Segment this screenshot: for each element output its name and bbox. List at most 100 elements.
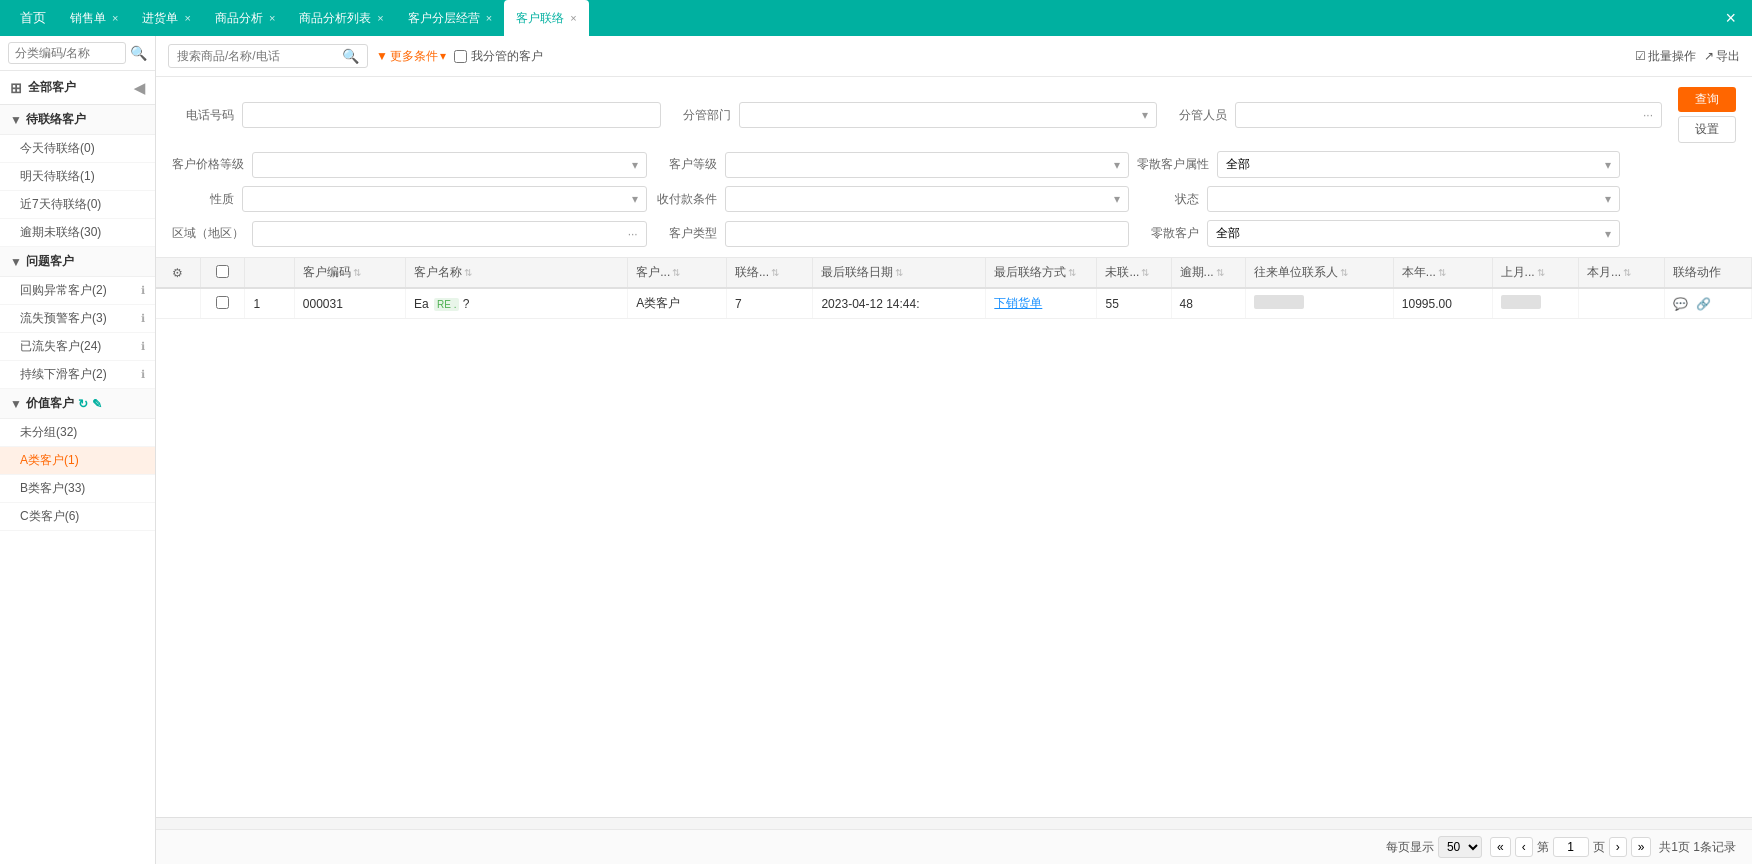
filter-row-4: 区域（地区） ··· 客户类型 零散客户 全部 ▾ bbox=[172, 220, 1736, 247]
nav-tab-customer-tier[interactable]: 客户分层经营 × bbox=[396, 0, 504, 36]
settings-btn[interactable]: 设置 bbox=[1678, 116, 1736, 143]
sidebar-group-pending[interactable]: ▼ 待联络客户 bbox=[0, 105, 155, 135]
close-customer-contact-tab[interactable]: × bbox=[570, 12, 576, 24]
prev-page-btn[interactable]: ‹ bbox=[1515, 837, 1533, 857]
label-scatter-attr: 零散客户属性 bbox=[1137, 156, 1217, 173]
person-input[interactable]: ··· bbox=[1235, 102, 1662, 128]
customer-type-input[interactable] bbox=[725, 221, 1130, 247]
th-type[interactable]: 客户... ⇅ bbox=[628, 258, 727, 288]
sidebar-item-unclassified[interactable]: 未分组(32) bbox=[0, 419, 155, 447]
first-page-btn[interactable]: « bbox=[1490, 837, 1511, 857]
row-name: Ea RE . ? bbox=[405, 288, 627, 319]
page-size-dropdown[interactable]: 50 bbox=[1438, 836, 1482, 858]
last-page-btn[interactable]: » bbox=[1631, 837, 1652, 857]
edit-group-icon[interactable]: ✎ bbox=[92, 397, 102, 411]
page-size-select: 每页显示 50 bbox=[1386, 836, 1482, 858]
refresh-icon[interactable]: ↻ bbox=[78, 397, 88, 411]
customer-grade-select[interactable]: ▾ bbox=[725, 152, 1130, 178]
sidebar-item-class-a[interactable]: A类客户(1) bbox=[0, 447, 155, 475]
th-date[interactable]: 最后联络日期 ⇅ bbox=[813, 258, 986, 288]
window-close-button[interactable]: × bbox=[1717, 8, 1744, 29]
close-customer-tier-tab[interactable]: × bbox=[486, 12, 492, 24]
row-checkbox[interactable] bbox=[216, 296, 229, 309]
settings-gear-icon[interactable]: ⚙ bbox=[172, 266, 183, 280]
sidebar-item-class-c[interactable]: C类客户(6) bbox=[0, 503, 155, 531]
status-select[interactable]: ▾ bbox=[1207, 186, 1620, 212]
close-sales-tab[interactable]: × bbox=[112, 12, 118, 24]
th-not[interactable]: 未联... ⇅ bbox=[1097, 258, 1171, 288]
status-caret: ▾ bbox=[1605, 192, 1611, 206]
th-check[interactable] bbox=[200, 258, 244, 288]
info-icon-churned: ℹ bbox=[141, 340, 145, 353]
nav-tab-sales[interactable]: 销售单 × bbox=[58, 0, 130, 36]
phone-input[interactable] bbox=[242, 102, 661, 128]
sidebar-item-tomorrow[interactable]: 明天待联络(1) bbox=[0, 163, 155, 191]
sidebar-search-input[interactable] bbox=[8, 42, 126, 64]
region-dots: ··· bbox=[628, 227, 638, 241]
more-conditions-btn[interactable]: ▼ 更多条件 ▾ bbox=[376, 48, 446, 65]
sidebar-group-problem[interactable]: ▼ 问题客户 bbox=[0, 247, 155, 277]
sidebar-collapse-btn[interactable]: ◀ bbox=[134, 80, 145, 96]
price-grade-select[interactable]: ▾ bbox=[252, 152, 647, 178]
row-action[interactable]: 💬 🔗 bbox=[1665, 288, 1752, 319]
nav-tab-purchase[interactable]: 进货单 × bbox=[130, 0, 202, 36]
my-customers-check[interactable] bbox=[454, 50, 467, 63]
query-btn[interactable]: 查询 bbox=[1678, 87, 1736, 112]
sidebar-item-today[interactable]: 今天待联络(0) bbox=[0, 135, 155, 163]
close-purchase-tab[interactable]: × bbox=[184, 12, 190, 24]
sidebar-item-overdue[interactable]: 逾期未联络(30) bbox=[0, 219, 155, 247]
th-contact[interactable]: 联络... ⇅ bbox=[727, 258, 813, 288]
sidebar-item-7days[interactable]: 近7天待联络(0) bbox=[0, 191, 155, 219]
th-prev[interactable]: 往来单位联系人 ⇅ bbox=[1245, 258, 1393, 288]
scatter-attr-select[interactable]: 全部 ▾ bbox=[1217, 151, 1620, 178]
sidebar-item-class-b[interactable]: B类客户(33) bbox=[0, 475, 155, 503]
filter-cell-region: 区域（地区） ··· bbox=[172, 221, 655, 247]
row-way[interactable]: 下销货单 bbox=[986, 288, 1097, 319]
th-last-month[interactable]: 上月... ⇅ bbox=[1492, 258, 1578, 288]
close-product-list-tab[interactable]: × bbox=[377, 12, 383, 24]
th-this-month[interactable]: 本月... ⇅ bbox=[1579, 258, 1665, 288]
nav-tab-product-analysis[interactable]: 商品分析 × bbox=[203, 0, 287, 36]
row-contact: 7 bbox=[727, 288, 813, 319]
sidebar-item-churn-warning[interactable]: 流失预警客户(3) ℹ bbox=[0, 305, 155, 333]
sidebar-item-churned[interactable]: 已流失客户(24) ℹ bbox=[0, 333, 155, 361]
th-way[interactable]: 最后联络方式 ⇅ bbox=[986, 258, 1097, 288]
th-overdue[interactable]: 逾期... ⇅ bbox=[1171, 258, 1245, 288]
filter-search-icon[interactable]: 🔍 bbox=[342, 48, 359, 64]
payment-select[interactable]: ▾ bbox=[725, 186, 1130, 212]
close-product-analysis-tab[interactable]: × bbox=[269, 12, 275, 24]
filter-row-2: 客户价格等级 ▾ 客户等级 ▾ 零散客户属性 全部 ▾ bbox=[172, 151, 1736, 178]
dept-select[interactable]: ▾ bbox=[739, 102, 1158, 128]
th-year[interactable]: 本年... ⇅ bbox=[1393, 258, 1492, 288]
prev-contact-placeholder bbox=[1254, 295, 1304, 309]
th-settings[interactable]: ⚙ bbox=[156, 258, 200, 288]
label-customer-grade: 客户等级 bbox=[655, 156, 725, 173]
row-check[interactable] bbox=[200, 288, 244, 319]
page-number-input[interactable] bbox=[1553, 837, 1589, 857]
filter-search-input[interactable] bbox=[177, 49, 342, 63]
sidebar-item-declining[interactable]: 持续下滑客户(2) ℹ bbox=[0, 361, 155, 389]
th-code[interactable]: 客户编码 ⇅ bbox=[294, 258, 405, 288]
next-page-btn[interactable]: › bbox=[1609, 837, 1627, 857]
caret-icon: ▾ bbox=[440, 49, 446, 63]
sidebar-item-repurchase-anomaly[interactable]: 回购异常客户(2) ℹ bbox=[0, 277, 155, 305]
scatter-select[interactable]: 全部 ▾ bbox=[1207, 220, 1620, 247]
row-way-link[interactable]: 下销货单 bbox=[994, 296, 1042, 310]
sidebar-group-value[interactable]: ▼ 价值客户 ↻ ✎ bbox=[0, 389, 155, 419]
horizontal-scrollbar[interactable] bbox=[156, 817, 1752, 829]
batch-op-btn[interactable]: ☑ 批量操作 bbox=[1635, 48, 1696, 65]
sidebar-all-customers[interactable]: ⊞ 全部客户 ◀ bbox=[0, 71, 155, 105]
select-all-checkbox[interactable] bbox=[216, 265, 229, 278]
nav-tab-product-list[interactable]: 商品分析列表 × bbox=[287, 0, 395, 36]
link-action-icon[interactable]: 🔗 bbox=[1696, 297, 1711, 311]
nav-home[interactable]: 首页 bbox=[8, 9, 58, 27]
chat-action-icon[interactable]: 💬 bbox=[1673, 297, 1688, 311]
customer-grade-caret: ▾ bbox=[1114, 158, 1120, 172]
export-btn[interactable]: ↗ 导出 bbox=[1704, 48, 1740, 65]
nav-tab-customer-contact[interactable]: 客户联络 × bbox=[504, 0, 588, 36]
nature-select[interactable]: ▾ bbox=[242, 186, 647, 212]
th-name[interactable]: 客户名称 ⇅ bbox=[405, 258, 627, 288]
region-input[interactable]: ··· bbox=[252, 221, 647, 247]
sidebar-search-icon[interactable]: 🔍 bbox=[130, 45, 147, 61]
my-customers-checkbox[interactable]: 我分管的客户 bbox=[454, 48, 543, 65]
